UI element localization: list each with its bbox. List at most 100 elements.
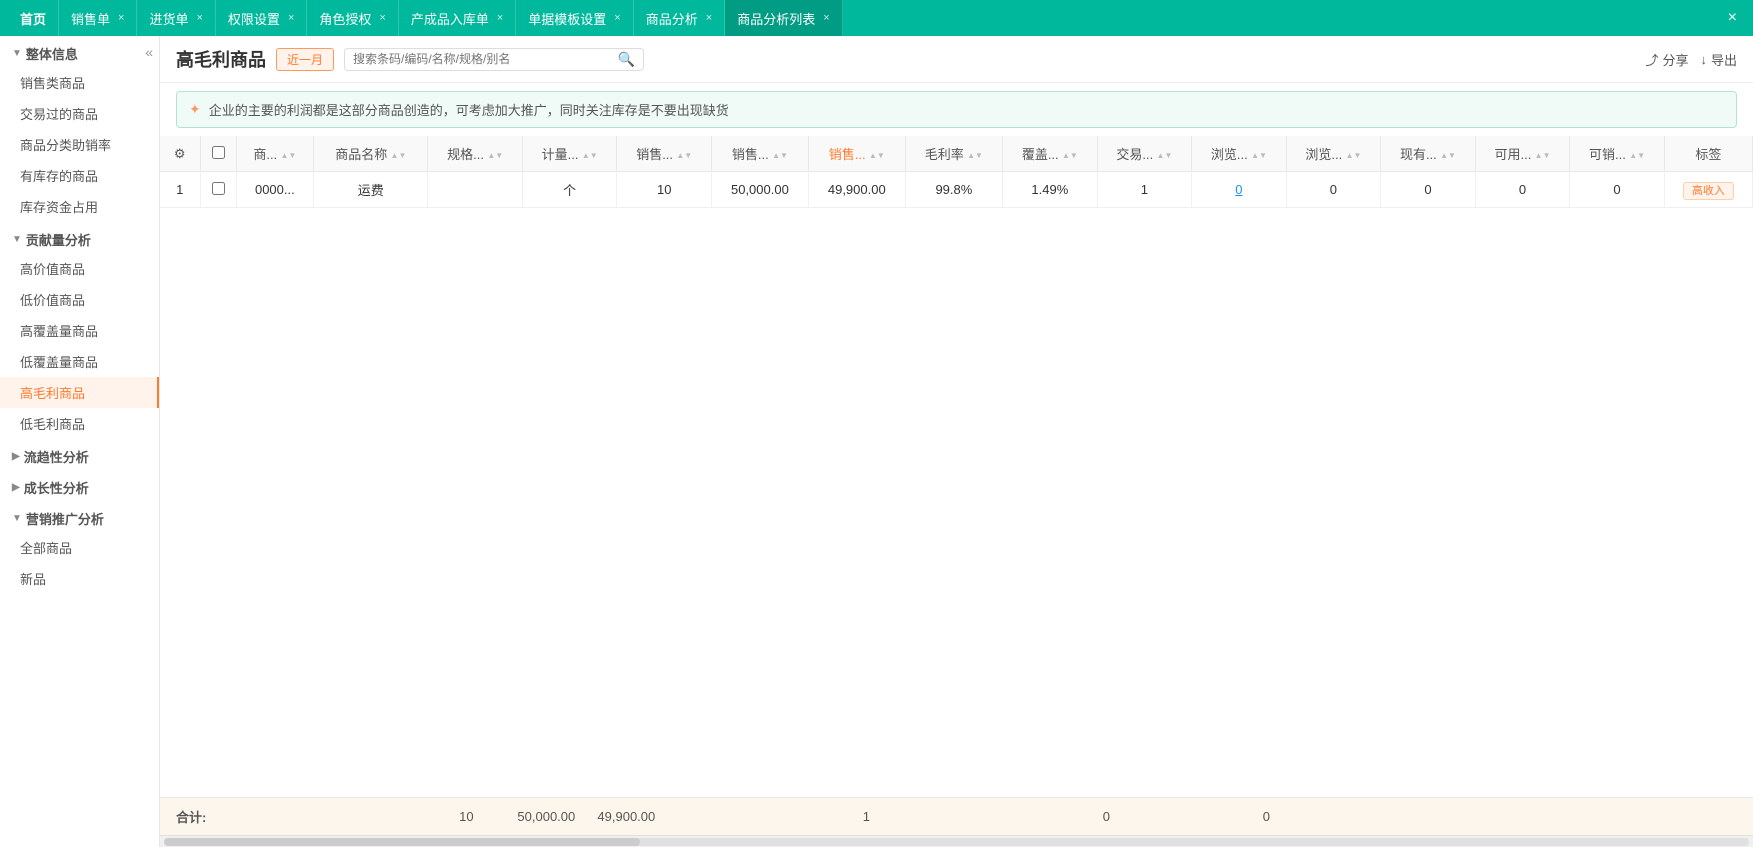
close-icon[interactable]: × [497, 12, 503, 24]
sidebar-item-high-margin[interactable]: 高毛利商品 [0, 377, 159, 408]
col-spec[interactable]: 规格... ▲▼ [428, 136, 523, 172]
col-code[interactable]: 商... ▲▼ [236, 136, 314, 172]
sidebar-item-in-stock-goods[interactable]: 有库存的商品 [0, 160, 159, 191]
col-browse1[interactable]: 浏览... ▲▼ [1192, 136, 1287, 172]
cell-available: 0 [1475, 172, 1570, 208]
sort-icon: ▲▼ [1629, 152, 1645, 160]
nav-tab-product-instock[interactable]: 产成品入库单 × [399, 0, 516, 36]
sidebar-group-contribution[interactable]: ▼ 贡献量分析 [0, 222, 159, 253]
sort-icon: ▲▼ [391, 152, 407, 160]
sidebar-item-high-coverage[interactable]: 高覆盖量商品 [0, 315, 159, 346]
sidebar-item-low-coverage[interactable]: 低覆盖量商品 [0, 346, 159, 377]
nav-tab-product-analysis[interactable]: 商品分析 × [634, 0, 725, 36]
cell-gross-rate: 99.8% [905, 172, 1002, 208]
nav-tab-product-analysis-list[interactable]: 商品分析列表 × [725, 0, 842, 36]
nav-tab-role[interactable]: 角色授权 × [307, 0, 398, 36]
close-icon[interactable]: × [288, 12, 294, 24]
sidebar-group-marketing[interactable]: ▼ 营销推广分析 [0, 501, 159, 532]
table-header-row: ⚙ 商... ▲▼ 商品名称 ▲▼ [160, 136, 1753, 172]
col-saleable[interactable]: 可销... ▲▼ [1570, 136, 1665, 172]
horizontal-scrollbar[interactable] [160, 835, 1753, 847]
content-area: 高毛利商品 近一月 🔍 ⤴ 分享 ↓ 导出 ✦ 企业的主要的利润都是这部分商品创… [160, 36, 1753, 847]
sidebar-item-all-goods[interactable]: 全部商品 [0, 532, 159, 563]
header-actions: ⤴ 分享 ↓ 导出 [1645, 50, 1737, 69]
cell-tag: 高收入 [1664, 172, 1752, 208]
close-all-tabs-button[interactable]: × [1720, 9, 1745, 27]
col-name[interactable]: 商品名称 ▲▼ [314, 136, 428, 172]
nav-tab-template[interactable]: 单据模板设置 × [516, 0, 633, 36]
sidebar-item-high-value[interactable]: 高价值商品 [0, 253, 159, 284]
sort-icon: ▲▼ [281, 152, 297, 160]
sort-icon: ▲▼ [967, 152, 983, 160]
col-sales-qty[interactable]: 销售... ▲▼ [617, 136, 712, 172]
sidebar-group-growth[interactable]: ▶ 成长性分析 [0, 470, 159, 501]
col-current-stock[interactable]: 现有... ▲▼ [1381, 136, 1476, 172]
close-icon[interactable]: × [379, 12, 385, 24]
col-available[interactable]: 可用... ▲▼ [1475, 136, 1570, 172]
col-tag: 标签 [1664, 136, 1752, 172]
sidebar-item-stock-capital[interactable]: 库存资金占用 [0, 191, 159, 222]
select-all-checkbox[interactable] [212, 146, 225, 159]
cell-index: 1 [160, 172, 200, 208]
col-browse2[interactable]: 浏览... ▲▼ [1286, 136, 1381, 172]
footer-cell-spacer5 [986, 809, 1066, 824]
row-checkbox[interactable] [212, 182, 225, 195]
footer-cell-spacer2 [666, 809, 746, 824]
col-sales-profit[interactable]: 销售... ▲▼ [808, 136, 905, 172]
scrollbar-thumb[interactable] [164, 838, 640, 846]
settings-icon[interactable]: ⚙ [174, 146, 186, 161]
export-button[interactable]: ↓ 导出 [1700, 50, 1737, 69]
sidebar-item-traded-goods[interactable]: 交易过的商品 [0, 98, 159, 129]
share-button[interactable]: ⤴ 分享 [1645, 50, 1688, 69]
cell-sales-profit: 49,900.00 [808, 172, 905, 208]
table-row: 1 0000... 运费 个 10 50,000.00 49,900.00 99… [160, 172, 1753, 208]
search-icon[interactable]: 🔍 [618, 51, 635, 68]
info-banner: ✦ 企业的主要的利润都是这部分商品创造的，可考虑加大推广，同时关注库存是不要出现… [176, 91, 1737, 128]
cell-code: 0000... [236, 172, 314, 208]
nav-tab-permission[interactable]: 权限设置 × [216, 0, 307, 36]
cell-browse1[interactable]: 0 [1192, 172, 1287, 208]
footer-sales-profit: 49,900.00 [586, 809, 666, 824]
close-icon[interactable]: × [118, 12, 124, 24]
info-icon: ✦ [189, 101, 201, 118]
footer-sales-qty: 10 [426, 809, 506, 824]
data-table: ⚙ 商... ▲▼ 商品名称 ▲▼ [160, 136, 1753, 208]
scrollbar-track [164, 838, 1749, 846]
col-transaction[interactable]: 交易... ▲▼ [1097, 136, 1192, 172]
close-icon[interactable]: × [614, 12, 620, 24]
close-icon[interactable]: × [706, 12, 712, 24]
col-coverage[interactable]: 覆盖... ▲▼ [1003, 136, 1098, 172]
col-gross-rate[interactable]: 毛利率 ▲▼ [905, 136, 1002, 172]
filter-recent-month-button[interactable]: 近一月 [276, 48, 334, 71]
col-sales-amount[interactable]: 销售... ▲▼ [711, 136, 808, 172]
page-title: 高毛利商品 [176, 46, 266, 72]
cell-browse2: 0 [1286, 172, 1381, 208]
sidebar-item-category-sales-rate[interactable]: 商品分类助销率 [0, 129, 159, 160]
cell-transaction: 1 [1097, 172, 1192, 208]
chevron-right-icon: ▶ [12, 451, 20, 462]
close-icon[interactable]: × [196, 12, 202, 24]
search-input[interactable] [353, 52, 612, 66]
footer-cell-spacer6 [1146, 809, 1226, 824]
chevron-right-icon: ▶ [12, 482, 20, 493]
sidebar-item-low-value[interactable]: 低价值商品 [0, 284, 159, 315]
col-index: ⚙ [160, 136, 200, 172]
nav-tab-sales[interactable]: 销售单 × [59, 0, 137, 36]
nav-tab-purchase[interactable]: 进货单 × [137, 0, 215, 36]
sidebar-group-trend[interactable]: ▶ 流趋性分析 [0, 439, 159, 470]
sidebar-item-new-goods[interactable]: 新品 [0, 563, 159, 594]
footer-totals: 合计: 10 50,000.00 49,900.00 1 0 0 [160, 797, 1753, 835]
nav-tab-home[interactable]: 首页 [8, 0, 59, 36]
cell-unit: 个 [522, 172, 617, 208]
main-layout: « ▼ 整体信息 销售类商品 交易过的商品 商品分类助销率 有库存的商品 库存资… [0, 36, 1753, 847]
close-icon[interactable]: × [823, 12, 829, 24]
cell-current-stock: 0 [1381, 172, 1476, 208]
footer-cell-spacer [226, 809, 426, 824]
sidebar-collapse-button[interactable]: « [145, 44, 153, 60]
col-unit[interactable]: 计量... ▲▼ [522, 136, 617, 172]
footer-cell-spacer3 [746, 809, 826, 824]
chevron-down-icon: ▼ [12, 48, 22, 59]
sidebar-item-sales-goods[interactable]: 销售类商品 [0, 67, 159, 98]
sidebar-item-low-margin[interactable]: 低毛利商品 [0, 408, 159, 439]
sidebar-group-overall[interactable]: ▼ 整体信息 [0, 36, 159, 67]
